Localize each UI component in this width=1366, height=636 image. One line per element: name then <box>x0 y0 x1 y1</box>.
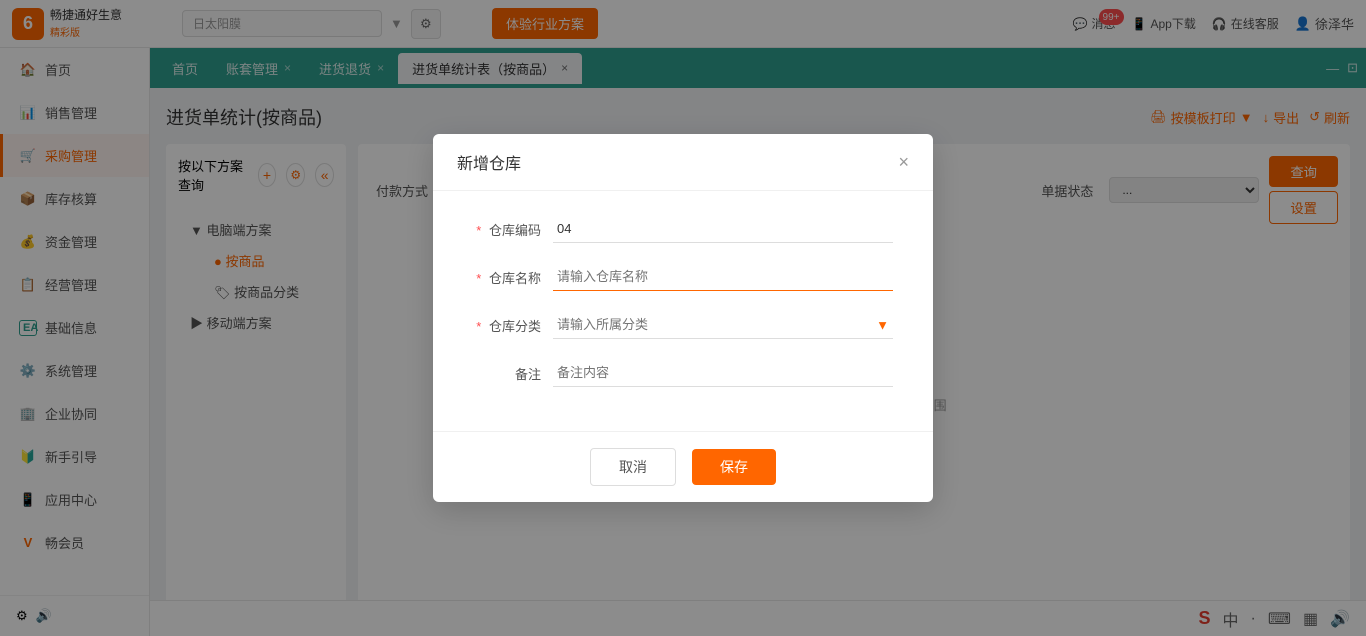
name-label: * 仓库名称 <box>473 268 553 287</box>
save-button[interactable]: 保存 <box>692 449 776 485</box>
modal-close-button[interactable]: × <box>898 152 909 173</box>
modal-footer: 取消 保存 <box>433 431 933 502</box>
form-row-category: * 仓库分类 ▼ <box>473 311 893 339</box>
cancel-button[interactable]: 取消 <box>590 448 676 486</box>
category-input[interactable] <box>553 311 893 339</box>
modal-title: 新增仓库 <box>457 150 521 174</box>
modal-overlay: 新增仓库 × * 仓库编码 * 仓库名称 <box>0 0 1366 636</box>
form-row-note: 备注 <box>473 359 893 387</box>
new-warehouse-modal: 新增仓库 × * 仓库编码 * 仓库名称 <box>433 134 933 502</box>
category-label: * 仓库分类 <box>473 316 553 335</box>
modal-header: 新增仓库 × <box>433 134 933 191</box>
form-row-name: * 仓库名称 <box>473 263 893 291</box>
note-label: 备注 <box>473 364 553 383</box>
code-label: * 仓库编码 <box>473 220 553 239</box>
code-input[interactable] <box>553 215 893 243</box>
modal-body: * 仓库编码 * 仓库名称 * 仓库分类 <box>433 191 933 431</box>
name-input[interactable] <box>553 263 893 291</box>
category-dropdown-icon[interactable]: ▼ <box>876 318 889 333</box>
note-input[interactable] <box>553 359 893 387</box>
form-row-code: * 仓库编码 <box>473 215 893 243</box>
